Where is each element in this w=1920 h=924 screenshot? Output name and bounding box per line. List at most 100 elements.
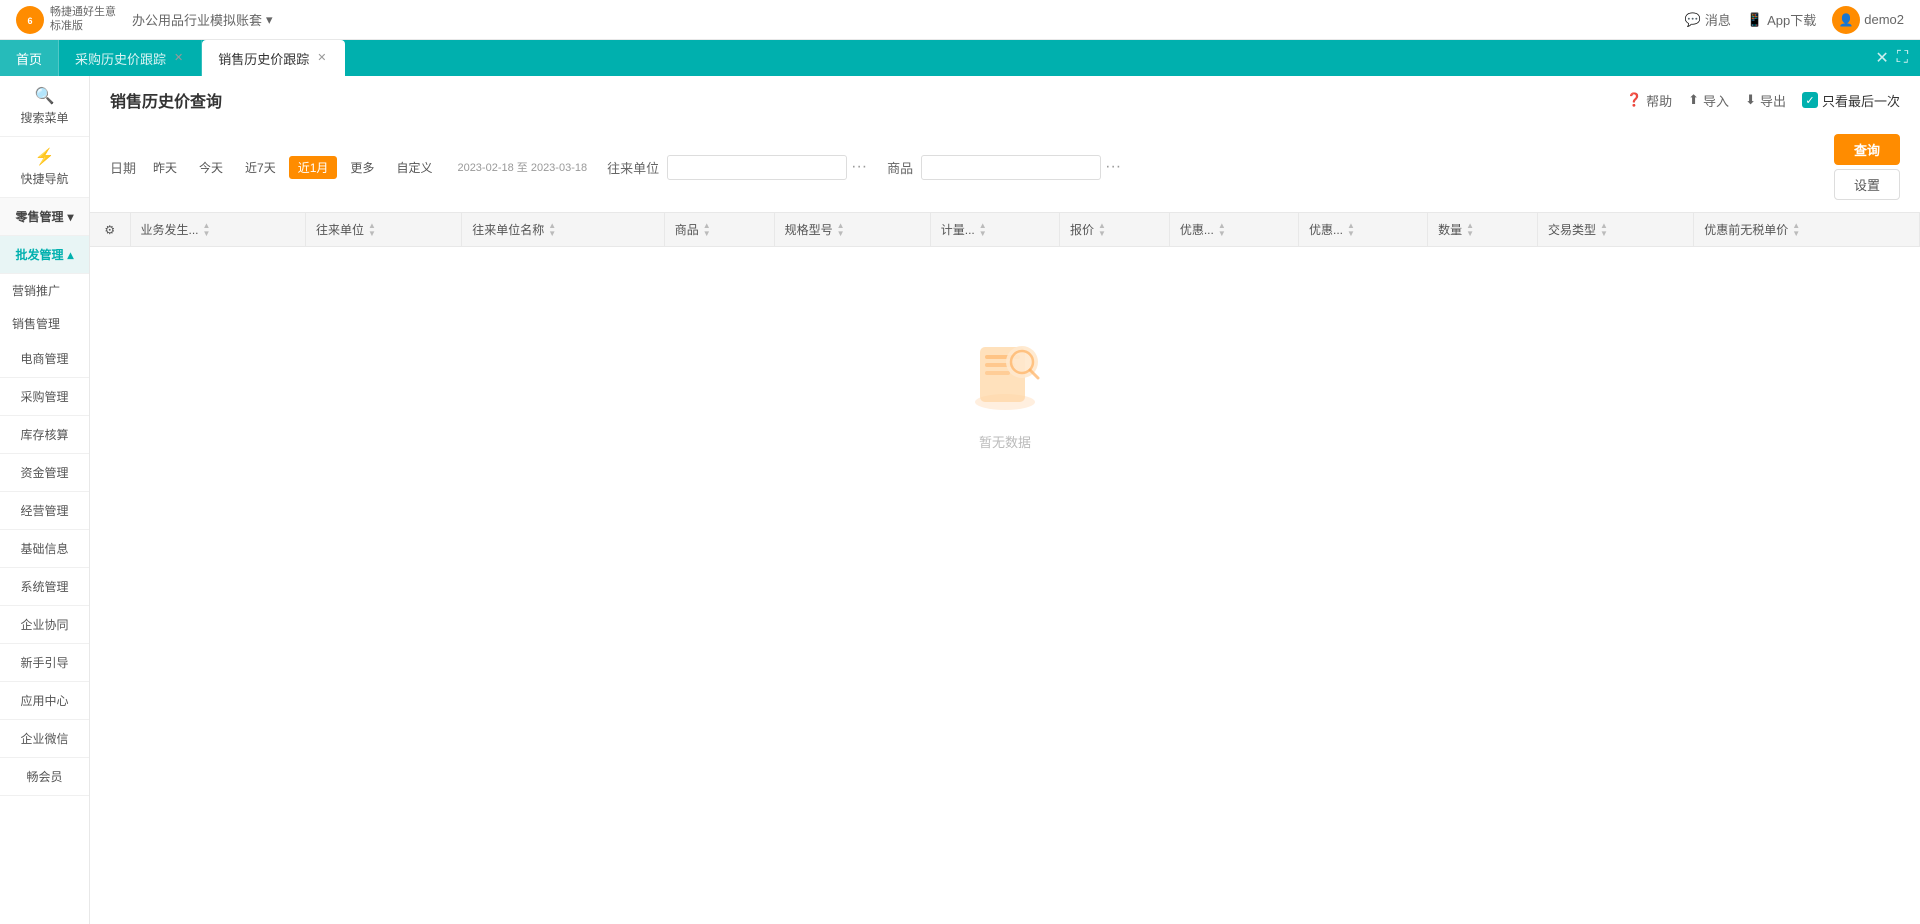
goods-filter-group: 商品 ···: [887, 155, 1121, 180]
sidebar-item-retail-mgmt[interactable]: 零售管理 ▾: [0, 198, 89, 236]
tab-home[interactable]: 首页: [0, 40, 59, 76]
th-pre-tax[interactable]: 优惠前无税单价 ▲▼: [1694, 213, 1920, 247]
logo-area: 6 畅捷通好生意 标准版: [16, 6, 116, 34]
quick-nav-icon: ⚡: [35, 147, 55, 167]
sidebar-item-wholesale-mgmt[interactable]: 批发管理 ▴: [0, 236, 89, 274]
date-btn-more[interactable]: 更多: [341, 156, 383, 179]
no-data-illustration: [960, 327, 1050, 420]
sidebar-item-search[interactable]: 🔍 搜索菜单: [0, 76, 89, 137]
from-unit-dots[interactable]: ···: [851, 158, 867, 176]
goods-label: 商品: [887, 158, 913, 177]
only-last-checkbox[interactable]: ✓ 只看最后一次: [1802, 91, 1900, 110]
filter-row: 日期 昨天 今天 近7天 近1月 更多 自定义 2023-02-18 至 202…: [110, 124, 1900, 212]
sidebar-operations-label: 经营管理: [20, 502, 68, 519]
date-btn-1month[interactable]: 近1月: [289, 156, 338, 179]
sidebar-sub-marketing[interactable]: 营销推广: [0, 274, 89, 307]
th-quote[interactable]: 报价 ▲▼: [1059, 213, 1169, 247]
sidebar: 🔍 搜索菜单 ⚡ 快捷导航 零售管理 ▾ 批发管理 ▴ 营销推广 销售管理 电商…: [0, 76, 90, 924]
tab-purchase-history[interactable]: 采购历史价跟踪 ✕: [59, 40, 202, 76]
close-window-icon[interactable]: ✕: [1875, 48, 1888, 68]
page-title: 销售历史价查询: [110, 88, 222, 112]
sidebar-finance-label: 资金管理: [20, 464, 68, 481]
sidebar-purchase-mgmt-label: 采购管理: [20, 388, 68, 405]
th-unit[interactable]: 计量... ▲▼: [930, 213, 1059, 247]
only-last-label: 只看最后一次: [1822, 91, 1900, 110]
close-sales-history-tab-icon[interactable]: ✕: [315, 51, 328, 66]
chevron-up-icon: ▴: [67, 248, 73, 262]
home-tab-label: 首页: [16, 49, 42, 68]
import-icon: ⬆: [1688, 92, 1699, 108]
workspace-selector[interactable]: 办公用品行业模拟账套 ▾: [124, 6, 281, 33]
message-action[interactable]: 💬 消息: [1685, 10, 1731, 29]
sidebar-item-member[interactable]: 畅会员: [0, 758, 89, 796]
sidebar-item-enterprise-wechat[interactable]: 企业微信: [0, 720, 89, 758]
th-tx-type[interactable]: 交易类型 ▲▼: [1538, 213, 1694, 247]
purchase-history-tab-label: 采购历史价跟踪: [75, 49, 166, 68]
sidebar-retail-mgmt-label: 零售管理: [15, 208, 63, 225]
empty-state: 暂无数据: [90, 247, 1920, 531]
query-button[interactable]: 查询: [1834, 134, 1900, 165]
th-unit-name[interactable]: 往来单位名称 ▲▼: [462, 213, 665, 247]
sidebar-item-quick-nav[interactable]: ⚡ 快捷导航: [0, 137, 89, 198]
close-purchase-history-tab-icon[interactable]: ✕: [172, 51, 185, 66]
checkbox-icon: ✓: [1802, 92, 1818, 108]
search-icon: 🔍: [35, 86, 55, 106]
th-discount1[interactable]: 优惠... ▲▼: [1169, 213, 1298, 247]
content-area: 销售历史价查询 ❓ 帮助 ⬆ 导入 ⬇ 导出 ✓: [90, 76, 1920, 924]
sidebar-item-inventory[interactable]: 库存核算: [0, 416, 89, 454]
sidebar-item-operations[interactable]: 经营管理: [0, 492, 89, 530]
sidebar-sales-mgmt-label: 销售管理: [12, 317, 60, 331]
table-wrapper: ⚙ 业务发生... ▲▼ 往来单位 ▲▼: [90, 213, 1920, 924]
empty-text: 暂无数据: [979, 432, 1031, 451]
top-header: 6 畅捷通好生意 标准版 办公用品行业模拟账套 ▾ 💬 消息 📱 App下载 👤: [0, 0, 1920, 40]
th-gear[interactable]: ⚙: [90, 213, 130, 247]
goods-input-group: ···: [921, 155, 1121, 180]
help-button[interactable]: ❓ 帮助: [1626, 91, 1672, 110]
date-btn-custom[interactable]: 自定义: [387, 156, 441, 179]
date-btn-7days[interactable]: 近7天: [236, 156, 285, 179]
settings-button[interactable]: 设置: [1834, 169, 1900, 200]
date-options: 昨天 今天 近7天 近1月 更多 自定义: [144, 156, 441, 179]
sidebar-item-purchase-mgmt[interactable]: 采购管理: [0, 378, 89, 416]
date-filter-group: 日期 昨天 今天 近7天 近1月 更多 自定义 2023-02-18 至 202…: [110, 156, 587, 179]
sidebar-item-new-guide[interactable]: 新手引导: [0, 644, 89, 682]
goods-input[interactable]: [921, 155, 1101, 180]
import-button[interactable]: ⬆ 导入: [1688, 91, 1729, 110]
th-unit-code[interactable]: 往来单位 ▲▼: [306, 213, 462, 247]
sidebar-enterprise-collab-label: 企业协同: [20, 616, 68, 633]
logo-icon: 6: [16, 6, 44, 34]
sidebar-item-basic-info[interactable]: 基础信息: [0, 530, 89, 568]
sidebar-new-guide-label: 新手引导: [20, 654, 68, 671]
help-label: 帮助: [1646, 91, 1672, 110]
sidebar-item-ecommerce[interactable]: 电商管理: [0, 340, 89, 378]
sidebar-item-system[interactable]: 系统管理: [0, 568, 89, 606]
sidebar-marketing-label: 营销推广: [12, 284, 60, 298]
from-unit-input[interactable]: [667, 155, 847, 180]
export-icon: ⬇: [1745, 92, 1756, 108]
sidebar-quick-nav-label: 快捷导航: [20, 170, 68, 187]
th-qty[interactable]: 数量 ▲▼: [1428, 213, 1538, 247]
username-label: demo2: [1864, 12, 1904, 27]
tab-sales-history[interactable]: 销售历史价跟踪 ✕: [202, 40, 345, 76]
th-biz-date[interactable]: 业务发生... ▲▼: [130, 213, 306, 247]
th-discount2[interactable]: 优惠... ▲▼: [1298, 213, 1427, 247]
sidebar-enterprise-wechat-label: 企业微信: [20, 730, 68, 747]
date-btn-today[interactable]: 今天: [190, 156, 232, 179]
date-btn-yesterday[interactable]: 昨天: [144, 156, 186, 179]
header-right: 💬 消息 📱 App下载 👤 demo2: [1685, 6, 1904, 34]
date-range-text: 2023-02-18 至 2023-03-18: [457, 159, 587, 175]
sidebar-wholesale-mgmt-label: 批发管理: [15, 246, 63, 263]
export-button[interactable]: ⬇ 导出: [1745, 91, 1786, 110]
maximize-window-icon[interactable]: ⛶: [1897, 49, 1908, 67]
sidebar-item-app-center[interactable]: 应用中心: [0, 682, 89, 720]
workspace-label: 办公用品行业模拟账套: [132, 10, 262, 29]
th-spec[interactable]: 规格型号 ▲▼: [774, 213, 930, 247]
sidebar-sub-sales-mgmt[interactable]: 销售管理: [0, 307, 89, 340]
th-goods[interactable]: 商品 ▲▼: [664, 213, 774, 247]
sidebar-item-finance[interactable]: 资金管理: [0, 454, 89, 492]
goods-dots[interactable]: ···: [1105, 158, 1121, 176]
user-avatar-action[interactable]: 👤 demo2: [1832, 6, 1904, 34]
tab-bar: 首页 采购历史价跟踪 ✕ 销售历史价跟踪 ✕ ✕ ⛶: [0, 40, 1920, 76]
app-download-action[interactable]: 📱 App下载: [1747, 10, 1816, 29]
sidebar-item-enterprise-collab[interactable]: 企业协同: [0, 606, 89, 644]
